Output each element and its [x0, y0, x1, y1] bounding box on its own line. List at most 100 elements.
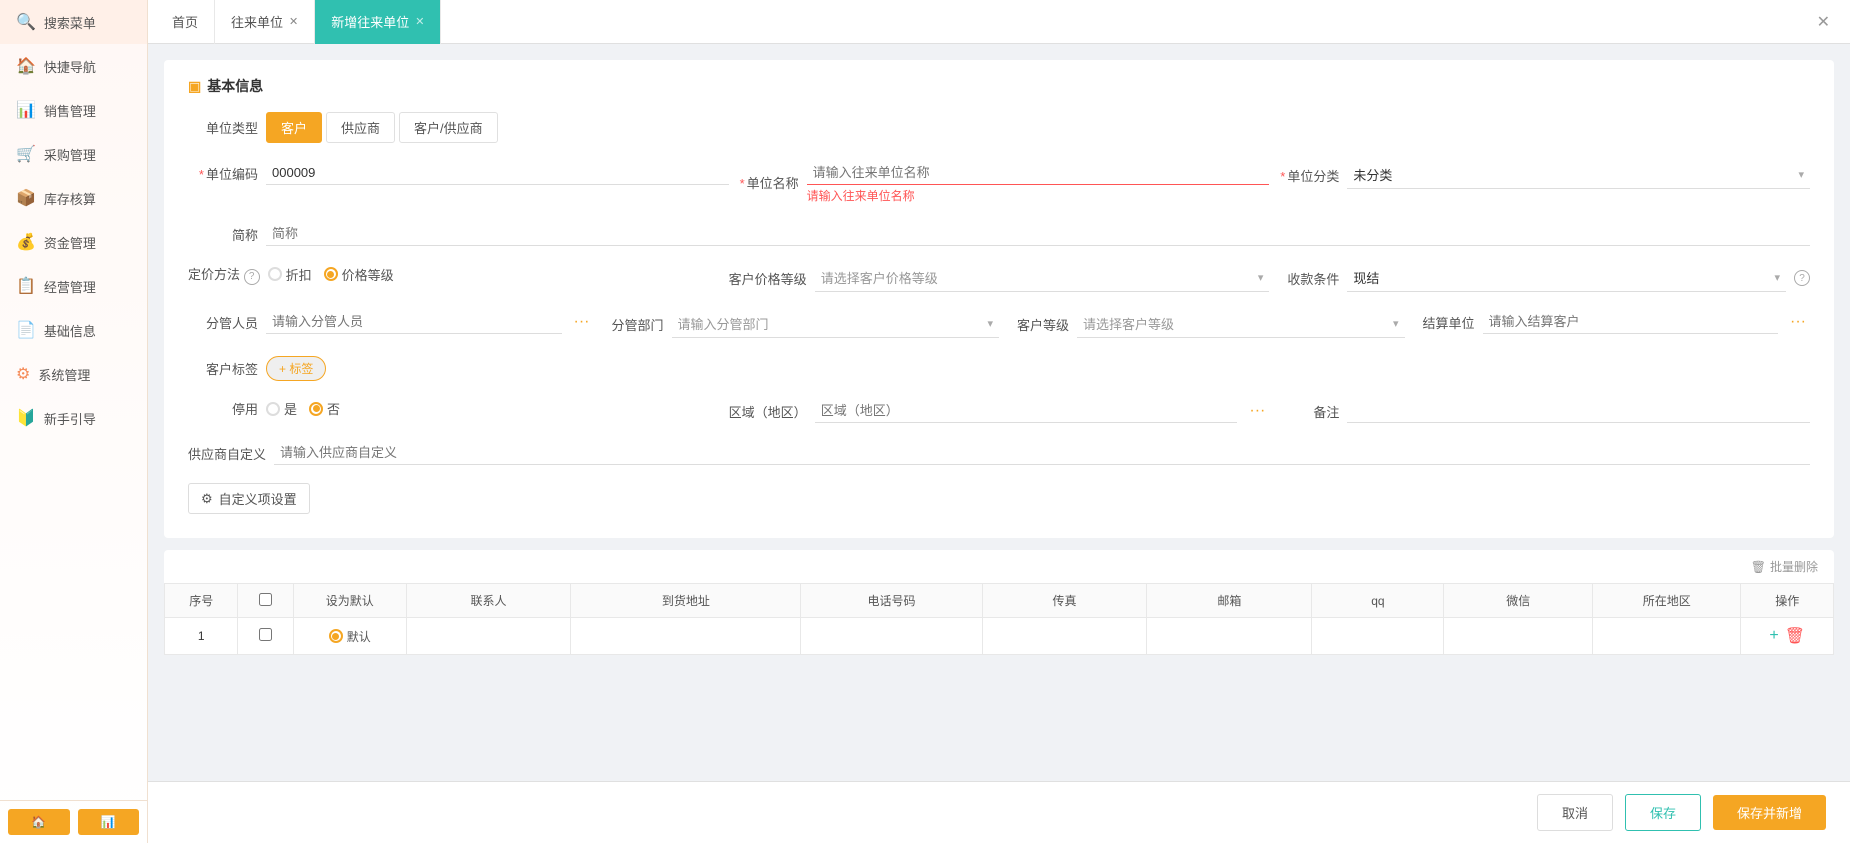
row-checkbox[interactable]	[259, 628, 272, 641]
radio-price-level-circle	[324, 267, 338, 281]
save-and-new-button[interactable]: 保存并新增	[1713, 795, 1826, 830]
row-default-cell: 默认	[293, 618, 406, 655]
manager-input[interactable]	[266, 310, 562, 334]
system-icon: ⚙	[16, 364, 30, 384]
th-col-2: 设为默认	[293, 584, 406, 618]
unit-type-row: 单位类型 客户 供应商 客户/供应商	[188, 112, 1810, 143]
sidebar-label-operations: 经营管理	[44, 277, 96, 296]
radio-discount[interactable]: 折扣	[268, 265, 312, 284]
fax-input[interactable]	[1025, 629, 1105, 644]
dept-select[interactable]: 请输入分管部门 ▾	[672, 310, 1000, 338]
row-qq[interactable]	[1312, 618, 1444, 655]
sidebar-item-system[interactable]: ⚙ 系统管理	[0, 352, 147, 396]
row-address[interactable]	[571, 618, 801, 655]
sidebar-item-guide[interactable]: 🔰新手引导	[0, 396, 147, 440]
unit-code-input[interactable]	[266, 161, 729, 185]
payment-terms-select[interactable]: 现结 ▾	[1347, 264, 1786, 292]
sidebar-bottom-btn2[interactable]: 📊	[78, 809, 140, 835]
region-more-btn[interactable]: ···	[1245, 402, 1269, 420]
contact-input[interactable]	[448, 629, 528, 644]
unit-code-label: *单位编码	[188, 164, 258, 183]
tag-field: 客户标签 + 标签	[188, 356, 1810, 381]
qq-input[interactable]	[1348, 629, 1408, 644]
section-title: ▣ 基本信息	[188, 76, 1810, 96]
help-icon[interactable]: ?	[244, 269, 260, 285]
select-all-checkbox[interactable]	[259, 593, 272, 606]
type-btn-both[interactable]: 客户/供应商	[399, 112, 498, 143]
dept-field: 分管部门 请输入分管部门 ▾	[594, 310, 1000, 338]
row-default-radio[interactable]: 默认	[304, 628, 396, 645]
billing-unit-input[interactable]	[1483, 310, 1779, 334]
supplier-custom-label: 供应商自定义	[188, 444, 266, 463]
row-add-button[interactable]: +	[1769, 627, 1778, 645]
sidebar-label-basic-info: 基础信息	[44, 321, 96, 340]
radio-price-level[interactable]: 价格等级	[324, 265, 394, 284]
row-region-input[interactable]	[1632, 629, 1702, 644]
close-all-tabs-button[interactable]: ✕	[1805, 12, 1842, 32]
unit-name-label: *单位名称	[729, 173, 799, 192]
bottom-bar: 取消 保存 保存并新增	[148, 781, 1850, 843]
gear-icon: ⚙	[201, 491, 213, 507]
tag-label: 客户标签	[188, 359, 258, 378]
sidebar-item-search[interactable]: 🔍搜索菜单	[0, 0, 147, 44]
sidebar-item-basic-info[interactable]: 📄 基础信息	[0, 308, 147, 352]
row-delete-button[interactable]: 🗑	[1785, 626, 1805, 646]
unit-category-select[interactable]: 未分类 ▾	[1347, 161, 1810, 189]
disable-field: 停用 是 否	[188, 399, 729, 418]
address-input[interactable]	[626, 629, 746, 644]
sidebar-label-quick-nav: 快捷导航	[44, 57, 96, 76]
row-email[interactable]	[1147, 618, 1312, 655]
sidebar-item-quick-nav[interactable]: 🏠快捷导航	[0, 44, 147, 88]
sidebar-bottom-btn1[interactable]: 🏠	[8, 809, 70, 835]
sidebar-item-operations[interactable]: 📋经营管理	[0, 264, 147, 308]
region-input[interactable]	[815, 399, 1238, 423]
row-region[interactable]	[1592, 618, 1741, 655]
phone-input[interactable]	[847, 629, 937, 644]
basic-info-icon: 📄	[16, 320, 36, 340]
help-icon2[interactable]: ?	[1794, 270, 1810, 286]
tab-close-new-partner[interactable]: ✕	[415, 15, 424, 28]
sidebar-item-purchase[interactable]: 🛒采购管理	[0, 132, 147, 176]
tab-close-partners[interactable]: ✕	[289, 15, 298, 28]
row-phone[interactable]	[801, 618, 982, 655]
row-fax[interactable]	[982, 618, 1147, 655]
short-name-input[interactable]	[266, 222, 1810, 246]
radio-discount-label: 折扣	[286, 265, 312, 284]
wechat-input[interactable]	[1483, 629, 1553, 644]
sidebar-label-system: 系统管理	[38, 365, 90, 384]
sidebar-item-finance[interactable]: 💰资金管理	[0, 220, 147, 264]
radio-yes[interactable]: 是	[266, 399, 297, 418]
th-col-10: 所在地区	[1592, 584, 1741, 618]
add-tag-button[interactable]: + 标签	[266, 356, 326, 381]
billing-unit-more-btn[interactable]: ···	[1786, 313, 1810, 331]
type-btn-supplier[interactable]: 供应商	[326, 112, 395, 143]
email-input[interactable]	[1189, 629, 1269, 644]
radio-no[interactable]: 否	[309, 399, 340, 418]
custom-settings-button[interactable]: ⚙ 自定义项设置	[188, 483, 310, 514]
save-button[interactable]: 保存	[1625, 794, 1701, 831]
customer-level-select[interactable]: 请选择客户等级 ▾	[1077, 310, 1405, 338]
chevron-down-icon3: ▾	[1774, 271, 1780, 284]
unit-name-error: 请输入往来单位名称	[807, 187, 1270, 204]
row-contact[interactable]	[406, 618, 571, 655]
notes-input[interactable]	[1347, 399, 1810, 423]
row-wechat[interactable]	[1444, 618, 1593, 655]
tab-partners[interactable]: 往来单位✕	[215, 0, 315, 44]
batch-delete-button[interactable]: 🗑 批量删除	[1751, 558, 1818, 575]
table-body: 1 默认	[165, 618, 1834, 655]
unit-name-input[interactable]	[807, 161, 1270, 185]
manager-more-btn[interactable]: ···	[570, 313, 594, 331]
row-checkbox-cell[interactable]	[238, 618, 293, 655]
supplier-custom-input[interactable]	[274, 441, 1810, 465]
payment-terms-field: 收款条件 现结 ▾ ?	[1269, 264, 1810, 292]
chevron-down-icon5: ▾	[1393, 317, 1399, 330]
contacts-table-section: 🗑 批量删除 序号设为默认联系人到货地址电话号码传真邮箱qq微信所在地区操作 1	[164, 550, 1834, 655]
customer-price-select[interactable]: 请选择客户价格等级 ▾	[815, 264, 1270, 292]
sidebar-item-sales[interactable]: 📊销售管理	[0, 88, 147, 132]
dept-label: 分管部门	[594, 315, 664, 334]
tab-home[interactable]: 首页	[156, 0, 215, 44]
cancel-button[interactable]: 取消	[1537, 794, 1613, 831]
type-btn-customer[interactable]: 客户	[266, 112, 322, 143]
sidebar-item-inventory[interactable]: 📦库存核算	[0, 176, 147, 220]
tab-new-partner[interactable]: 新增往来单位✕	[315, 0, 441, 44]
